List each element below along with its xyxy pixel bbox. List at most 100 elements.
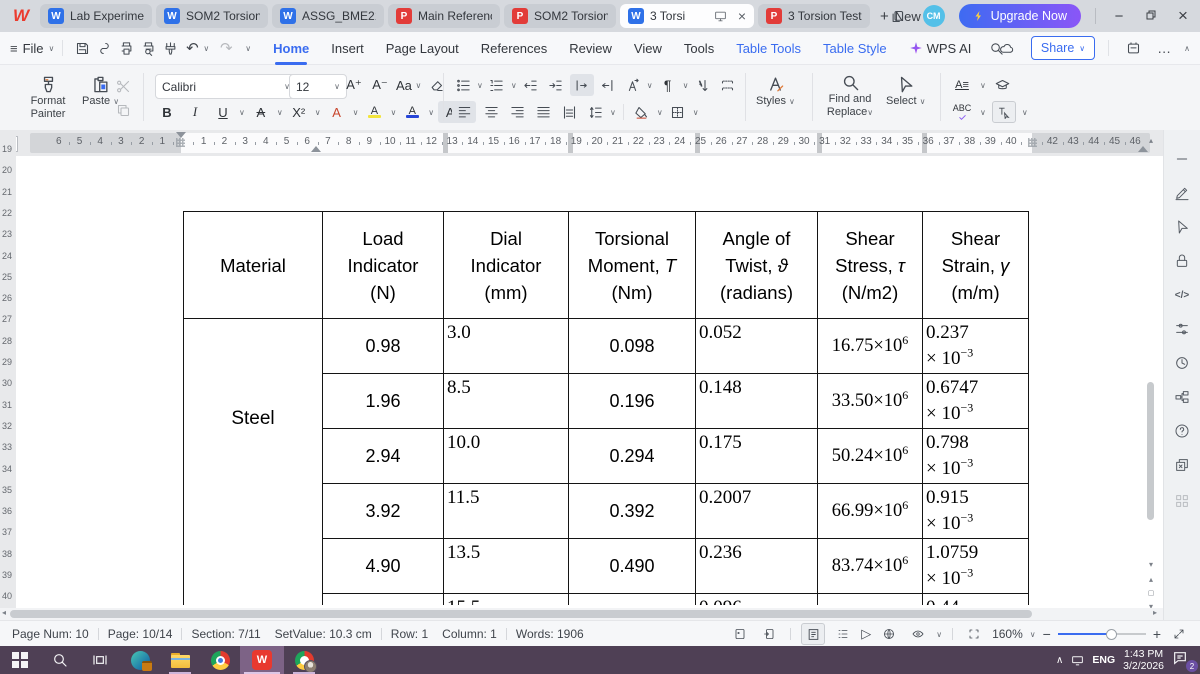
history-icon[interactable] xyxy=(1171,352,1193,374)
select-arrow-icon[interactable] xyxy=(1171,216,1193,238)
close-all-windows-icon[interactable] xyxy=(1171,454,1193,476)
close-tab-icon[interactable]: × xyxy=(738,8,746,24)
line-spacing-icon[interactable] xyxy=(584,101,606,123)
align-left-button[interactable] xyxy=(452,101,476,123)
table-cell[interactable]: 0.237 × 10−3 xyxy=(922,318,1029,374)
table-cell[interactable]: 0.44 xyxy=(922,593,1029,605)
clear-format-icon[interactable] xyxy=(425,74,447,96)
close-window-button[interactable]: × xyxy=(1174,6,1192,26)
table-cell[interactable]: 0.096 xyxy=(695,593,818,605)
task-view-button[interactable] xyxy=(80,646,120,674)
distribute-icon[interactable] xyxy=(558,101,580,123)
export-pdf-icon[interactable] xyxy=(93,37,115,59)
edge-icon[interactable] xyxy=(120,646,160,674)
tray-expand-icon[interactable]: ∧ xyxy=(1056,655,1063,666)
strikethrough-button[interactable]: A xyxy=(249,101,273,123)
bullets-icon[interactable] xyxy=(452,74,474,96)
language-indicator[interactable]: ENG xyxy=(1092,654,1115,666)
eye-hide-icon[interactable] xyxy=(907,623,929,645)
zoom-out-button[interactable]: − xyxy=(1043,626,1051,642)
table-header-cell[interactable]: Angle of Twist, ϑ (radians) xyxy=(695,211,818,319)
more-icon[interactable]: … xyxy=(1157,40,1171,56)
table-cell[interactable] xyxy=(817,593,923,605)
wps-office-taskbar-icon[interactable]: W xyxy=(240,646,284,674)
horizontal-ruler[interactable]: L654321123456789101112131415161718192021… xyxy=(0,130,1200,156)
restore-button[interactable] xyxy=(1142,8,1160,25)
vertical-scrollbar-thumb[interactable] xyxy=(1147,382,1154,520)
task-window-icon[interactable] xyxy=(729,623,751,645)
web-view-icon[interactable] xyxy=(878,623,900,645)
table-cell[interactable]: 0.798 × 10−3 xyxy=(922,428,1029,484)
table-cell[interactable]: 0.098 xyxy=(568,318,696,374)
find-replace-button[interactable]: Find and Replace∨ xyxy=(820,71,880,119)
shading-icon[interactable] xyxy=(631,101,653,123)
table-cell[interactable]: 0.392 xyxy=(568,483,696,539)
chrome-profile-icon[interactable] xyxy=(284,646,324,674)
table-cell[interactable]: 0.196 xyxy=(568,373,696,429)
first-line-indent-button[interactable] xyxy=(569,74,594,96)
format-painter-button[interactable]: Format Painter xyxy=(22,73,74,121)
menu-home[interactable]: Home xyxy=(273,41,309,65)
hanging-indent-marker[interactable] xyxy=(311,146,321,152)
cloud-sync-icon[interactable] xyxy=(996,37,1018,59)
status-words[interactable]: Words: 1906 xyxy=(516,627,584,641)
fit-page-icon[interactable] xyxy=(963,623,985,645)
decrease-font-button[interactable]: A⁻ xyxy=(368,74,392,96)
save-icon[interactable] xyxy=(71,37,93,59)
table-cell[interactable]: 15.5 xyxy=(443,593,569,605)
menu-view[interactable]: View xyxy=(634,41,662,56)
table-cell[interactable]: 50.24×106 xyxy=(817,428,923,484)
clock[interactable]: 1:43 PM 3/2/2026 xyxy=(1123,648,1164,672)
increase-font-button[interactable]: A⁺ xyxy=(342,74,366,96)
document-table-region[interactable]: Material Load Indicator (N) Dial Indicator (mm… xyxy=(183,211,1030,605)
menu-table-style[interactable]: Table Style xyxy=(823,41,887,56)
status-page[interactable]: Page: 10/14 xyxy=(108,627,173,641)
table-cell[interactable]: 1.0759 × 10−3 xyxy=(922,538,1029,594)
table-header-cell[interactable]: Load Indicator (N) xyxy=(322,211,444,319)
justify-icon[interactable] xyxy=(532,101,554,123)
table-cell[interactable]: 33.50×106 xyxy=(817,373,923,429)
font-name-select[interactable]: Calibri ∨ xyxy=(155,74,297,99)
table-cell[interactable]: 0.052 xyxy=(695,318,818,374)
table-left-handle[interactable] xyxy=(176,138,185,147)
numbering-icon[interactable] xyxy=(486,74,508,96)
field-code-icon[interactable]: </> xyxy=(1171,284,1193,306)
text-tool-button[interactable] xyxy=(991,101,1016,123)
highlight-button[interactable]: A xyxy=(362,101,386,123)
align-center-icon[interactable] xyxy=(480,101,502,123)
document-tab[interactable]: W Lab Experimen xyxy=(40,4,152,28)
table-header-cell[interactable]: Dial Indicator (mm) xyxy=(443,211,569,319)
scroll-up-arrow[interactable]: ▴ xyxy=(1145,136,1157,145)
zoom-slider[interactable] xyxy=(1057,627,1146,641)
table-cell[interactable]: 0.2007 xyxy=(695,483,818,539)
document-tab[interactable]: W ASSG_BME2123 xyxy=(272,4,384,28)
notes-panel-icon[interactable] xyxy=(1122,37,1144,59)
table-cell[interactable]: 0.236 xyxy=(695,538,818,594)
switch-window-icon[interactable] xyxy=(887,5,909,27)
document-structure-icon[interactable] xyxy=(1171,386,1193,408)
table-header-cell[interactable]: Shear Strain, γ (m/m) xyxy=(922,211,1029,319)
table-cell[interactable]: 1.96 xyxy=(322,373,444,429)
status-section[interactable]: Section: 7/11 xyxy=(191,627,260,641)
table-cell[interactable]: 16.75×106 xyxy=(817,318,923,374)
superscript-button[interactable]: X² xyxy=(287,101,311,123)
paragraph-mark-button[interactable]: ¶ xyxy=(656,74,680,96)
text-direction-icon[interactable] xyxy=(622,74,644,96)
zoom-in-button[interactable]: + xyxy=(1153,626,1161,642)
select-browse-object-button[interactable]: ▢ xyxy=(1145,589,1157,597)
print-preview-icon[interactable] xyxy=(137,37,159,59)
undo-icon[interactable]: ↶ xyxy=(181,37,203,59)
table-cell[interactable]: 10.0 xyxy=(443,428,569,484)
menu-wps-ai[interactable]: WPS AI xyxy=(909,41,971,56)
table-cell[interactable]: 13.5 xyxy=(443,538,569,594)
increase-indent-icon[interactable] xyxy=(545,74,567,96)
underline-button[interactable]: U xyxy=(211,101,235,123)
document-tab[interactable]: P Main Reference xyxy=(388,4,500,28)
decrease-indent-icon[interactable] xyxy=(520,74,542,96)
table-cell[interactable] xyxy=(568,593,696,605)
char-border-button[interactable]: A xyxy=(325,101,349,123)
table-cell[interactable]: 2.94 xyxy=(322,428,444,484)
table-cell[interactable]: 3.92 xyxy=(322,483,444,539)
undo-chevron-icon[interactable]: ∨ xyxy=(203,44,209,53)
borders-icon[interactable] xyxy=(667,101,689,123)
